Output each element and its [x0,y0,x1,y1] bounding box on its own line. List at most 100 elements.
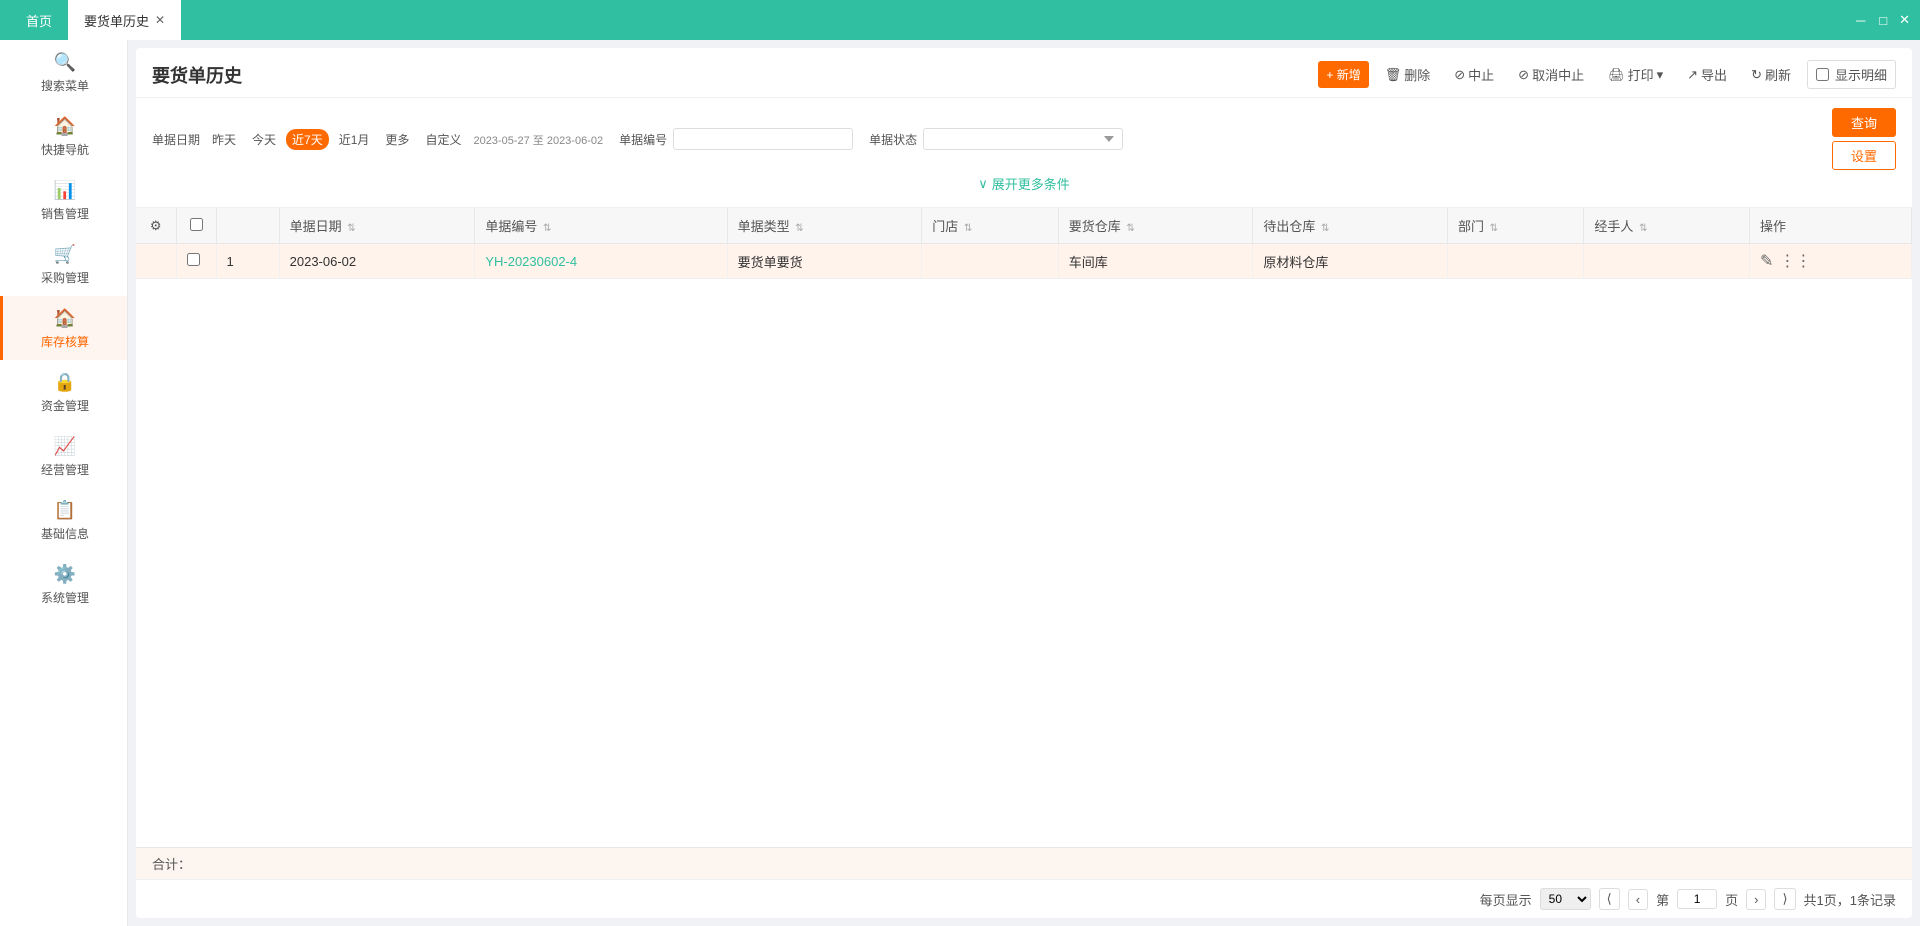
row-checkbox[interactable] [187,253,200,266]
doc-date-cell: 2023-06-02 [279,244,475,279]
pending-warehouse-sort-icon[interactable]: ⇅ [1321,223,1329,234]
print-dropdown-icon: ▾ [1657,67,1664,83]
actions-column-header: 操作 [1749,208,1911,244]
store-cell [922,244,1058,279]
select-all-checkbox[interactable] [190,218,203,231]
table-footer: 合计： [136,847,1912,879]
table-header-row: ⚙ 单据日期 ⇅ 单据编号 ⇅ [136,208,1912,244]
doc-no-label: 单据编号 [619,131,667,148]
sidebar-item-purchase-mgmt[interactable]: 🛒 采购管理 [0,232,127,296]
sidebar-item-search-menu-label: 搜索菜单 [41,77,89,94]
doc-no-column-header: 单据编号 ⇅ [475,208,727,244]
first-page-button[interactable]: ⟨ [1599,888,1620,910]
toolbar: + 新增 🗑 删除 ⊘ 中止 ⊘ 取消中止 🖨 打印 ▾ [1318,60,1896,89]
handler-sort-icon[interactable]: ⇅ [1639,223,1647,234]
per-page-select[interactable]: 50 10 20 100 [1540,888,1591,910]
query-button[interactable]: 查询 [1832,108,1896,137]
maximize-icon[interactable]: □ [1879,13,1887,28]
quick-nav-icon: 🏠 [54,116,76,137]
per-page-label: 每页显示 [1480,890,1532,909]
tab-home-label: 首页 [26,11,52,30]
more-action-icon[interactable]: ⋮⋮ [1779,251,1811,271]
show-detail-toggle[interactable]: 显示明细 [1807,60,1896,89]
refresh-icon: ↻ [1751,67,1762,83]
stop-button[interactable]: ⊘ 中止 [1446,60,1502,89]
filter-action-btns: 查询 设置 [1832,108,1896,170]
doc-no-input[interactable] [673,128,853,150]
sidebar-item-quick-nav[interactable]: 🏠 快捷导航 [0,104,127,168]
sidebar-item-system-mgmt-label: 系统管理 [41,589,89,606]
sidebar-item-finance-mgmt[interactable]: 🔒 资金管理 [0,360,127,424]
next-page-button[interactable]: › [1746,889,1766,910]
main-layout: 🔍 搜索菜单 🏠 快捷导航 📊 销售管理 🛒 采购管理 🏠 库存核算 🔒 资金管… [0,40,1920,926]
ops-mgmt-icon: 📈 [54,436,76,457]
sidebar-item-quick-nav-label: 快捷导航 [41,141,89,158]
pagination: 每页显示 50 10 20 100 ⟨ ‹ 第 页 › ⟩ 共1页，1条记录 [136,879,1912,918]
page-number-input[interactable] [1677,889,1717,909]
doc-no-link[interactable]: YH-20230602-4 [485,254,577,269]
sidebar: 🔍 搜索菜单 🏠 快捷导航 📊 销售管理 🛒 采购管理 🏠 库存核算 🔒 资金管… [0,40,128,926]
index-column-header [216,208,279,244]
handler-cell [1584,244,1750,279]
delete-icon: 🗑 [1385,67,1402,83]
date-btn-more[interactable]: 更多 [379,129,415,150]
req-warehouse-column-header: 要货仓库 ⇅ [1058,208,1253,244]
summary-label: 合计： [152,857,191,872]
date-filter-group: 单据日期 昨天 今天 近7天 近1月 更多 自定义 2023-05-27 至 2… [152,129,603,150]
settings-column-icon[interactable]: ⚙ [150,218,162,233]
sidebar-item-search-menu[interactable]: 🔍 搜索菜单 [0,40,127,104]
close-tab-icon[interactable]: ✕ [155,13,165,27]
refresh-button[interactable]: ↻ 刷新 [1743,60,1799,89]
department-sort-icon[interactable]: ⇅ [1490,223,1498,234]
date-btn-7days[interactable]: 近7天 [286,129,329,150]
sidebar-item-system-mgmt[interactable]: ⚙️ 系统管理 [0,552,127,616]
store-sort-icon[interactable]: ⇅ [964,223,972,234]
add-button[interactable]: + 新增 [1318,61,1368,88]
sidebar-item-basic-info[interactable]: 📋 基础信息 [0,488,127,552]
cancel-stop-button[interactable]: ⊘ 取消中止 [1510,60,1592,89]
sidebar-item-inventory-mgmt[interactable]: 🏠 库存核算 [0,296,127,360]
sidebar-item-sales-mgmt[interactable]: 📊 销售管理 [0,168,127,232]
print-icon: 🖨 [1608,67,1625,83]
req-warehouse-sort-icon[interactable]: ⇅ [1126,223,1134,234]
status-label: 单据状态 [869,131,917,148]
search-menu-icon: 🔍 [54,52,76,73]
date-btn-1month[interactable]: 近1月 [333,129,376,150]
window-close-icon[interactable]: ✕ [1899,12,1910,28]
doc-date-sort-icon[interactable]: ⇅ [347,223,355,234]
date-btn-today[interactable]: 今天 [246,129,282,150]
page-title: 要货单历史 [152,62,242,88]
status-select[interactable] [923,128,1123,150]
expand-more-btn[interactable]: ∨ 展开更多条件 [152,170,1896,197]
page-suffix: 页 [1725,890,1738,909]
show-detail-checkbox[interactable] [1816,68,1829,81]
delete-button[interactable]: 🗑 删除 [1377,60,1439,89]
date-range-display: 2023-05-27 至 2023-06-02 [473,132,603,148]
doc-no-sort-icon[interactable]: ⇅ [543,223,551,234]
date-filter-label: 单据日期 [152,131,200,148]
tab-requisition-history[interactable]: 要货单历史 ✕ [68,0,181,40]
export-button[interactable]: ↗ 导出 [1679,60,1735,89]
filter-row-1: 单据日期 昨天 今天 近7天 近1月 更多 自定义 2023-05-27 至 2… [152,108,1896,170]
sidebar-item-sales-mgmt-label: 销售管理 [41,205,89,222]
date-btn-custom[interactable]: 自定义 [419,129,467,150]
date-btn-yesterday[interactable]: 昨天 [206,129,242,150]
date-quick-btns: 昨天 今天 近7天 近1月 更多 自定义 [206,129,467,150]
basic-info-icon: 📋 [54,500,76,521]
last-page-button[interactable]: ⟩ [1774,888,1795,910]
sidebar-item-ops-mgmt[interactable]: 📈 经营管理 [0,424,127,488]
doc-type-sort-icon[interactable]: ⇅ [795,223,803,234]
page-prefix: 第 [1656,890,1669,909]
settings-column-header: ⚙ [136,208,176,244]
table-container: ⚙ 单据日期 ⇅ 单据编号 ⇅ [136,208,1912,847]
print-button[interactable]: 🖨 打印 ▾ [1600,60,1671,89]
store-column-header: 门店 ⇅ [922,208,1058,244]
prev-page-button[interactable]: ‹ [1628,889,1648,910]
department-cell [1447,244,1583,279]
tab-home[interactable]: 首页 [10,0,68,40]
settings-button[interactable]: 设置 [1832,141,1896,170]
minimize-icon[interactable]: － [1854,11,1867,30]
edit-action-icon[interactable]: ✎ [1760,251,1773,271]
window-controls: － □ ✕ [1854,11,1910,30]
top-nav: 首页 要货单历史 ✕ － □ ✕ [0,0,1920,40]
